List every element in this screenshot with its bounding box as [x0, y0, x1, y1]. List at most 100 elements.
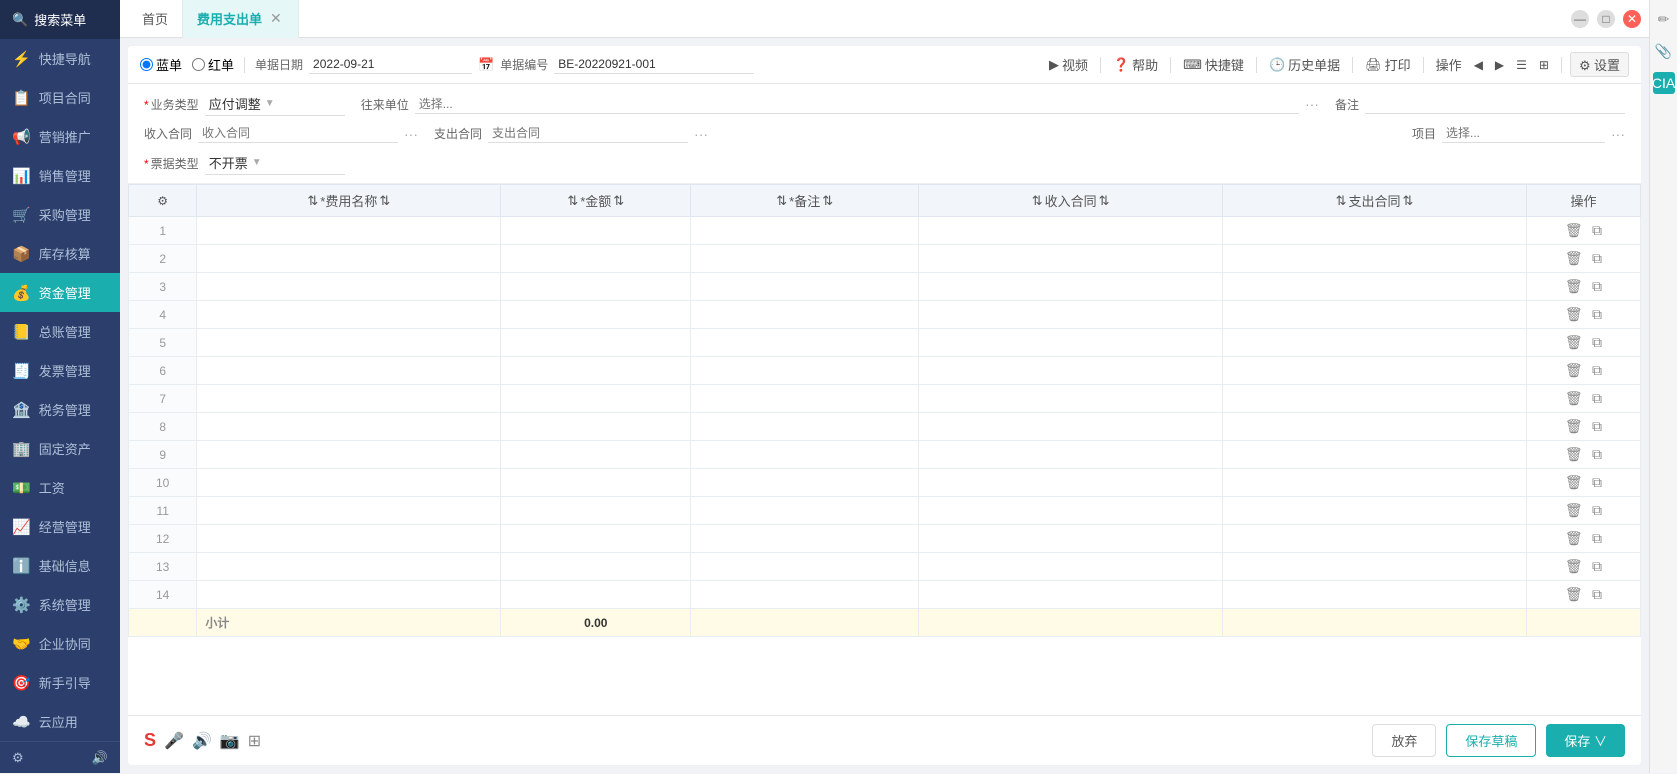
row-expense-name[interactable]	[197, 553, 501, 581]
row-income-contract[interactable]	[919, 217, 1223, 245]
row-amount[interactable]	[501, 301, 691, 329]
row-delete-btn[interactable]: 🗑	[1562, 416, 1586, 437]
sidebar-item-ledger-mgmt[interactable]: 📒总账管理	[0, 312, 120, 351]
discard-btn[interactable]: 放弃	[1372, 724, 1436, 757]
col-amount-sort-up[interactable]: ⇅	[567, 193, 578, 209]
row-delete-btn[interactable]: 🗑	[1562, 584, 1586, 605]
row-copy-btn[interactable]: ⧉	[1589, 416, 1605, 437]
row-copy-btn[interactable]: ⧉	[1589, 248, 1605, 269]
docnum-input[interactable]	[554, 55, 754, 74]
row-expense-name[interactable]	[197, 245, 501, 273]
row-copy-btn[interactable]: ⧉	[1589, 584, 1605, 605]
toolbar-list-view[interactable]: ⊞	[1535, 56, 1553, 74]
row-amount[interactable]	[501, 497, 691, 525]
row-expense-contract[interactable]	[1223, 497, 1527, 525]
row-delete-btn[interactable]: 🗑	[1562, 360, 1586, 381]
row-amount[interactable]	[501, 469, 691, 497]
sidebar-item-sys-mgmt[interactable]: ⚙️系统管理	[0, 585, 120, 624]
row-remark[interactable]	[691, 273, 919, 301]
income-contract-input[interactable]	[198, 124, 398, 143]
row-copy-btn[interactable]: ⧉	[1589, 556, 1605, 577]
row-expense-contract[interactable]	[1223, 469, 1527, 497]
radio-red[interactable]: 红单	[192, 55, 234, 74]
sidebar-item-cloud-apps[interactable]: ☁️云应用	[0, 702, 120, 741]
row-delete-btn[interactable]: 🗑	[1562, 276, 1586, 297]
project-input[interactable]	[1442, 124, 1605, 143]
sidebar-item-tax-mgmt[interactable]: 🏦税务管理	[0, 390, 120, 429]
win-close-btn[interactable]: ✕	[1623, 10, 1641, 28]
volume-icon[interactable]: 🔊	[92, 750, 108, 766]
row-expense-name[interactable]	[197, 217, 501, 245]
row-remark[interactable]	[691, 245, 919, 273]
row-delete-btn[interactable]: 🗑	[1562, 556, 1586, 577]
toolbar-video[interactable]: ▶ 视频	[1045, 53, 1092, 76]
side-edit-btn[interactable]: ✏	[1653, 8, 1675, 30]
sidebar-item-procurement[interactable]: 🛒采购管理	[0, 195, 120, 234]
row-delete-btn[interactable]: 🗑	[1562, 444, 1586, 465]
row-copy-btn[interactable]: ⧉	[1589, 472, 1605, 493]
toolbar-print[interactable]: 🖨 打印	[1361, 53, 1415, 76]
row-expense-contract[interactable]	[1223, 273, 1527, 301]
row-income-contract[interactable]	[919, 441, 1223, 469]
row-remark[interactable]	[691, 581, 919, 609]
row-income-contract[interactable]	[919, 273, 1223, 301]
counter-party-input[interactable]	[415, 95, 1299, 114]
project-dots[interactable]: ···	[1611, 126, 1625, 142]
expense-contract-input[interactable]	[488, 124, 688, 143]
sidebar-item-invoice-mgmt[interactable]: 🧾发票管理	[0, 351, 120, 390]
row-amount[interactable]	[501, 525, 691, 553]
col-remark-sort-up[interactable]: ⇅	[776, 193, 787, 209]
col-settings[interactable]: ⚙	[129, 185, 197, 217]
grid-icon[interactable]: ⊞	[248, 731, 261, 751]
sidebar-item-new-guide[interactable]: 🎯新手引导	[0, 663, 120, 702]
row-income-contract[interactable]	[919, 301, 1223, 329]
row-expense-name[interactable]	[197, 273, 501, 301]
row-remark[interactable]	[691, 525, 919, 553]
row-income-contract[interactable]	[919, 357, 1223, 385]
row-remark[interactable]	[691, 357, 919, 385]
microphone-icon[interactable]: 🔊	[192, 731, 212, 751]
sidebar-item-marketing[interactable]: 📢营销推广	[0, 117, 120, 156]
sidebar-item-capital-mgmt[interactable]: 💰资金管理	[0, 273, 120, 312]
win-maximize-btn[interactable]: □	[1597, 10, 1615, 28]
col-expense-sort-up[interactable]: ⇅	[1336, 193, 1347, 209]
sidebar-item-salary[interactable]: 💵工资	[0, 468, 120, 507]
row-copy-btn[interactable]: ⧉	[1589, 388, 1605, 409]
col-amount-sort-down[interactable]: ⇅	[613, 193, 624, 209]
settings-btn[interactable]: ⚙ 设置	[1570, 52, 1629, 77]
row-remark[interactable]	[691, 329, 919, 357]
row-delete-btn[interactable]: 🗑	[1562, 528, 1586, 549]
row-remark[interactable]	[691, 217, 919, 245]
row-amount[interactable]	[501, 581, 691, 609]
row-remark[interactable]	[691, 441, 919, 469]
row-expense-name[interactable]	[197, 385, 501, 413]
row-expense-contract[interactable]	[1223, 553, 1527, 581]
row-remark[interactable]	[691, 385, 919, 413]
row-expense-contract[interactable]	[1223, 413, 1527, 441]
row-remark[interactable]	[691, 553, 919, 581]
voice-icon[interactable]: 🎤	[164, 731, 184, 751]
row-amount[interactable]	[501, 329, 691, 357]
col-income-sort-up[interactable]: ⇅	[1032, 193, 1043, 209]
row-income-contract[interactable]	[919, 385, 1223, 413]
row-expense-contract[interactable]	[1223, 441, 1527, 469]
settings-icon[interactable]: ⚙	[12, 750, 24, 766]
row-delete-btn[interactable]: 🗑	[1562, 388, 1586, 409]
row-expense-name[interactable]	[197, 581, 501, 609]
row-copy-btn[interactable]: ⧉	[1589, 360, 1605, 381]
toolbar-grid-view[interactable]: ☰	[1512, 56, 1531, 74]
row-delete-btn[interactable]: 🗑	[1562, 248, 1586, 269]
row-delete-btn[interactable]: 🗑	[1562, 472, 1586, 493]
tab-expense[interactable]: 费用支出单 ✕	[183, 0, 299, 38]
row-expense-contract[interactable]	[1223, 525, 1527, 553]
toolbar-nav-next[interactable]: ▶	[1491, 56, 1508, 74]
row-amount[interactable]	[501, 553, 691, 581]
toolbar-history[interactable]: 🕒 历史单据	[1265, 53, 1344, 76]
row-delete-btn[interactable]: 🗑	[1562, 332, 1586, 353]
row-amount[interactable]	[501, 217, 691, 245]
sidebar-item-project-contract[interactable]: 📋项目合同	[0, 78, 120, 117]
row-remark[interactable]	[691, 301, 919, 329]
sidebar-item-fixed-assets[interactable]: 🏢固定资产	[0, 429, 120, 468]
row-expense-name[interactable]	[197, 525, 501, 553]
row-expense-contract[interactable]	[1223, 581, 1527, 609]
